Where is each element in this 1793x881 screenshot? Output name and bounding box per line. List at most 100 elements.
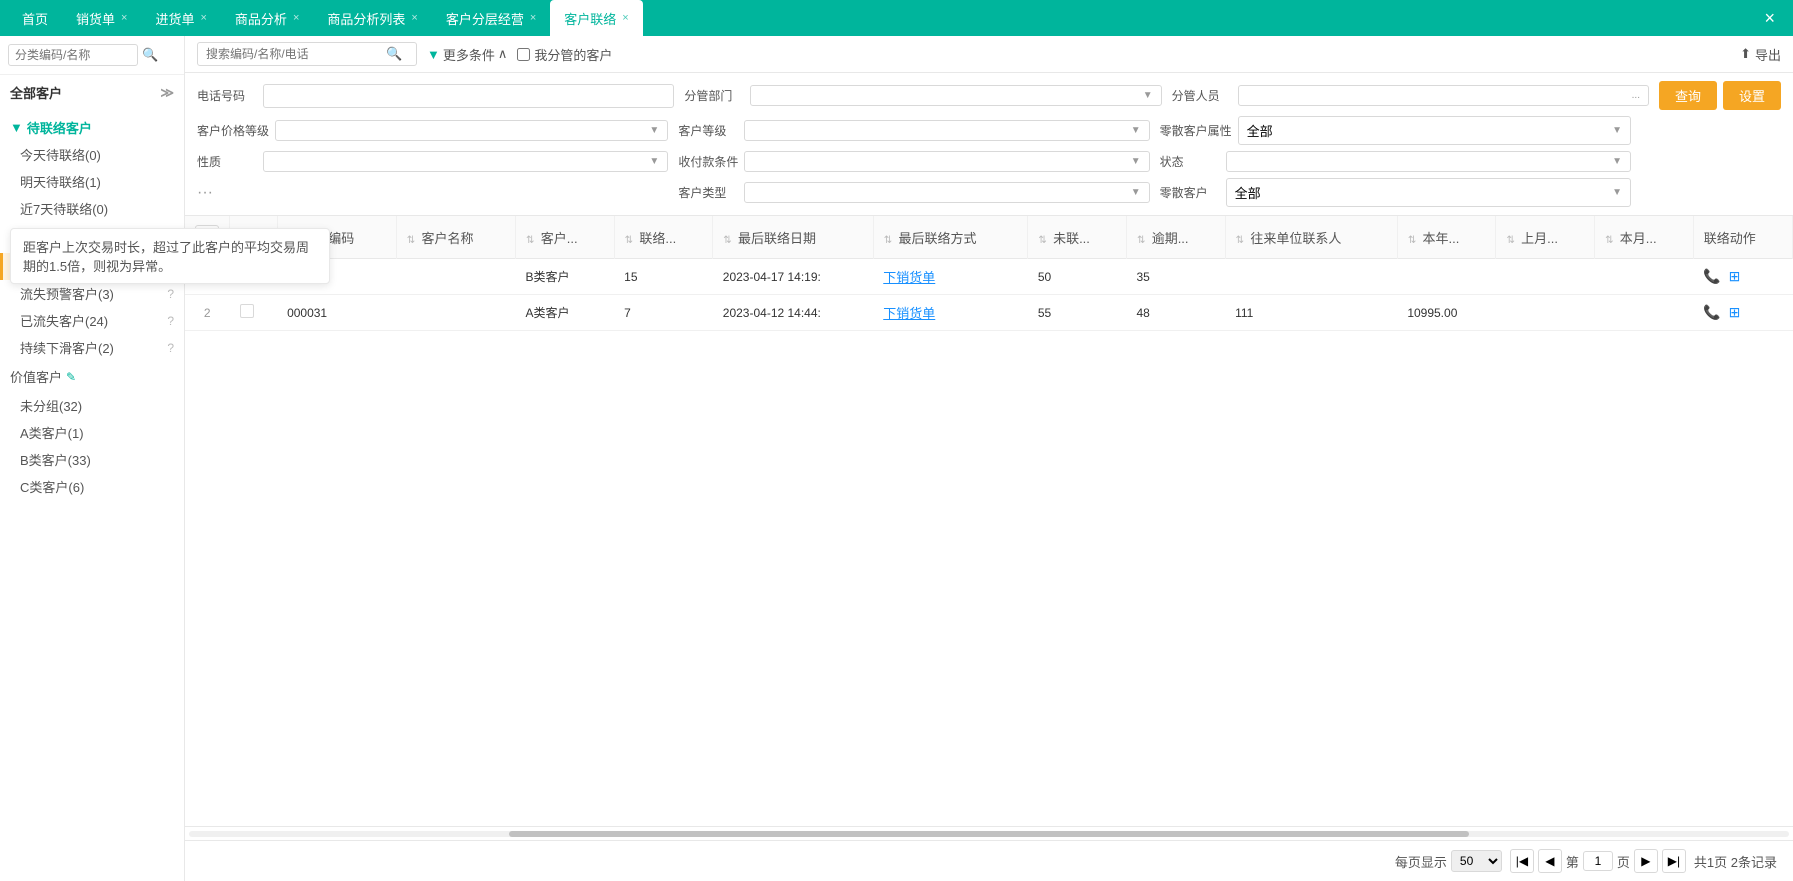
nav-sales-order-close[interactable]: × (121, 12, 127, 24)
action-phone-icon-2[interactable]: 📞 (1703, 304, 1720, 321)
cell-person-1 (1225, 259, 1397, 295)
filter-select-retail-attr[interactable]: 全部 ▼ (1238, 116, 1631, 145)
more-conditions-button[interactable]: ▼ 更多条件 ∧ (427, 45, 507, 64)
cell-last-date-1: 2023-04-17 14:19: (713, 259, 873, 295)
cell-code-2: 000031 (277, 295, 396, 331)
nav-product-analysis[interactable]: 商品分析 × (221, 0, 313, 36)
filter-select-customer-type[interactable]: ▼ (744, 182, 1149, 203)
chevron-down-icon-10: ▼ (1612, 187, 1622, 198)
prev-page-button[interactable]: ◀ (1538, 849, 1562, 873)
filter-select-price-level[interactable]: ▼ (275, 120, 668, 141)
sidebar-item-continuous-down[interactable]: 持续下滑客户(2) ? (0, 334, 184, 361)
col-last-contact-method[interactable]: 最后联络方式 (873, 216, 1028, 259)
nav-purchase-order-close[interactable]: × (200, 12, 206, 24)
nav-home[interactable]: 首页 (8, 0, 62, 36)
col-uncontacted[interactable]: 未联... (1028, 216, 1127, 259)
cell-last-month-1 (1496, 259, 1595, 295)
cell-uncontacted-1: 50 (1028, 259, 1127, 295)
nav-product-analysis-close[interactable]: × (293, 12, 299, 24)
nav-customer-contact-close[interactable]: × (622, 12, 628, 24)
query-button[interactable]: 查询 (1659, 81, 1717, 110)
filter-label-customer-type: 客户类型 (678, 184, 738, 201)
sidebar-item-tomorrow-pending[interactable]: 明天待联络(1) (0, 168, 184, 195)
sidebar-search-icon[interactable]: 🔍 (142, 47, 158, 63)
sidebar-item-today-pending[interactable]: 今天待联络(0) (0, 141, 184, 168)
filter-search-icon[interactable]: 🔍 (386, 46, 402, 62)
chevron-down-icon-9: ▼ (1131, 187, 1141, 198)
last-method-link-2[interactable]: 下销货单 (883, 306, 935, 321)
nav-sales-order[interactable]: 销货单 × (62, 0, 141, 36)
col-overdue[interactable]: 逾期... (1126, 216, 1225, 259)
chevron-down-icon: ▼ (1143, 90, 1153, 101)
col-this-year[interactable]: 本年... (1397, 216, 1496, 259)
nav-product-analysis-list[interactable]: 商品分析列表 × (313, 0, 431, 36)
value-customers-edit-icon[interactable]: ✎ (66, 370, 76, 384)
filter-select-retail-customer[interactable]: 全部 ▼ (1226, 178, 1631, 207)
action-more-icon-2[interactable]: ⊞ (1729, 304, 1741, 321)
row-checkbox-2[interactable] (240, 304, 254, 318)
filter-select-status[interactable]: ▼ (1226, 151, 1631, 172)
first-page-button[interactable]: |◀ (1510, 849, 1534, 873)
page-number-input[interactable] (1583, 851, 1613, 871)
nav-customer-segmentation-close[interactable]: × (530, 12, 536, 24)
sidebar-item-already-lost[interactable]: 已流失客户(24) ? (0, 307, 184, 334)
cell-seq-2: 2 (185, 295, 230, 331)
last-method-link-1[interactable]: 下销货单 (883, 270, 935, 285)
pending-contact-group-title[interactable]: ▼ 待联络客户 (0, 114, 184, 141)
export-icon: ⬆ (1740, 46, 1751, 62)
sidebar-collapse-icon[interactable]: ≫ (160, 85, 174, 101)
nav-product-analysis-list-close[interactable]: × (411, 12, 417, 24)
filter-item-status: 状态 ▼ (1160, 151, 1631, 172)
action-more-icon-1[interactable]: ⊞ (1729, 268, 1741, 285)
value-customers-group: 价值客户 ✎ (0, 361, 184, 392)
filter-select-nature[interactable]: ▼ (263, 151, 668, 172)
col-actions: 联络动作 (1693, 216, 1792, 259)
col-this-month[interactable]: 本月... (1595, 216, 1694, 259)
filter-dots-icon[interactable]: ··· (197, 184, 213, 202)
col-last-contact-date[interactable]: 最后联络日期 (713, 216, 873, 259)
sidebar-item-c-class[interactable]: C类客户(6) (0, 473, 184, 500)
col-customer-type[interactable]: 客户... (516, 216, 615, 259)
col-customer-name[interactable]: 客户名称 (396, 216, 515, 259)
col-contact-count[interactable]: 联络... (614, 216, 713, 259)
filter-item-customer-type: 客户类型 ▼ (678, 182, 1149, 203)
filter-label-manager: 分管人员 (1172, 87, 1232, 104)
filter-search-box: 🔍 (197, 42, 417, 66)
sidebar-item-a-class[interactable]: A类客户(1) (0, 419, 184, 446)
nav-customer-contact[interactable]: 客户联络 × (550, 0, 642, 36)
scroll-thumb[interactable] (509, 831, 1469, 837)
last-page-button[interactable]: ▶| (1662, 849, 1686, 873)
col-last-month[interactable]: 上月... (1496, 216, 1595, 259)
cell-this-month-2 (1595, 295, 1694, 331)
filter-label-payment: 收付款条件 (678, 153, 738, 170)
col-contact-person[interactable]: 往来单位联系人 (1225, 216, 1397, 259)
action-phone-icon-1[interactable]: 📞 (1703, 268, 1720, 285)
nav-purchase-order[interactable]: 进货单 × (141, 0, 220, 36)
filter-select-department[interactable]: ▼ (750, 85, 1161, 106)
sidebar-item-7days-pending[interactable]: 近7天待联络(0) (0, 195, 184, 222)
window-close-button[interactable]: × (1754, 8, 1785, 29)
filter-select-manager[interactable]: ... (1238, 85, 1649, 106)
already-lost-help-icon[interactable]: ? (167, 314, 174, 328)
cell-name-1 (396, 259, 515, 295)
export-button[interactable]: ⬆ 导出 (1740, 45, 1781, 64)
sidebar-search-input[interactable] (8, 44, 138, 66)
sidebar-item-b-class[interactable]: B类客户(33) (0, 446, 184, 473)
filter-select-payment[interactable]: ▼ (744, 151, 1149, 172)
filter-label-price-level: 客户价格等级 (197, 122, 269, 139)
my-customer-checkbox[interactable] (517, 48, 530, 61)
nav-customer-segmentation[interactable]: 客户分层经营 × (432, 0, 550, 36)
sidebar-item-lost-predict[interactable]: 流失预警客户(3) ? (0, 280, 184, 307)
filter-search-input[interactable] (206, 47, 386, 61)
sidebar-item-ungrouped[interactable]: 未分组(32) (0, 392, 184, 419)
horizontal-scrollbar[interactable] (185, 826, 1793, 840)
lost-predict-help-icon[interactable]: ? (167, 287, 174, 301)
continuous-down-help-icon[interactable]: ? (167, 341, 174, 355)
filter-select-customer-level[interactable]: ▼ (744, 120, 1149, 141)
next-page-button[interactable]: ▶ (1634, 849, 1658, 873)
per-page-select[interactable]: 50 20 100 (1451, 850, 1502, 872)
cell-check-2 (230, 295, 278, 331)
filter-input-phone[interactable] (263, 84, 674, 108)
page-nav: |◀ ◀ 第 页 ▶ ▶| (1510, 849, 1686, 873)
settings-button[interactable]: 设置 (1723, 81, 1781, 110)
